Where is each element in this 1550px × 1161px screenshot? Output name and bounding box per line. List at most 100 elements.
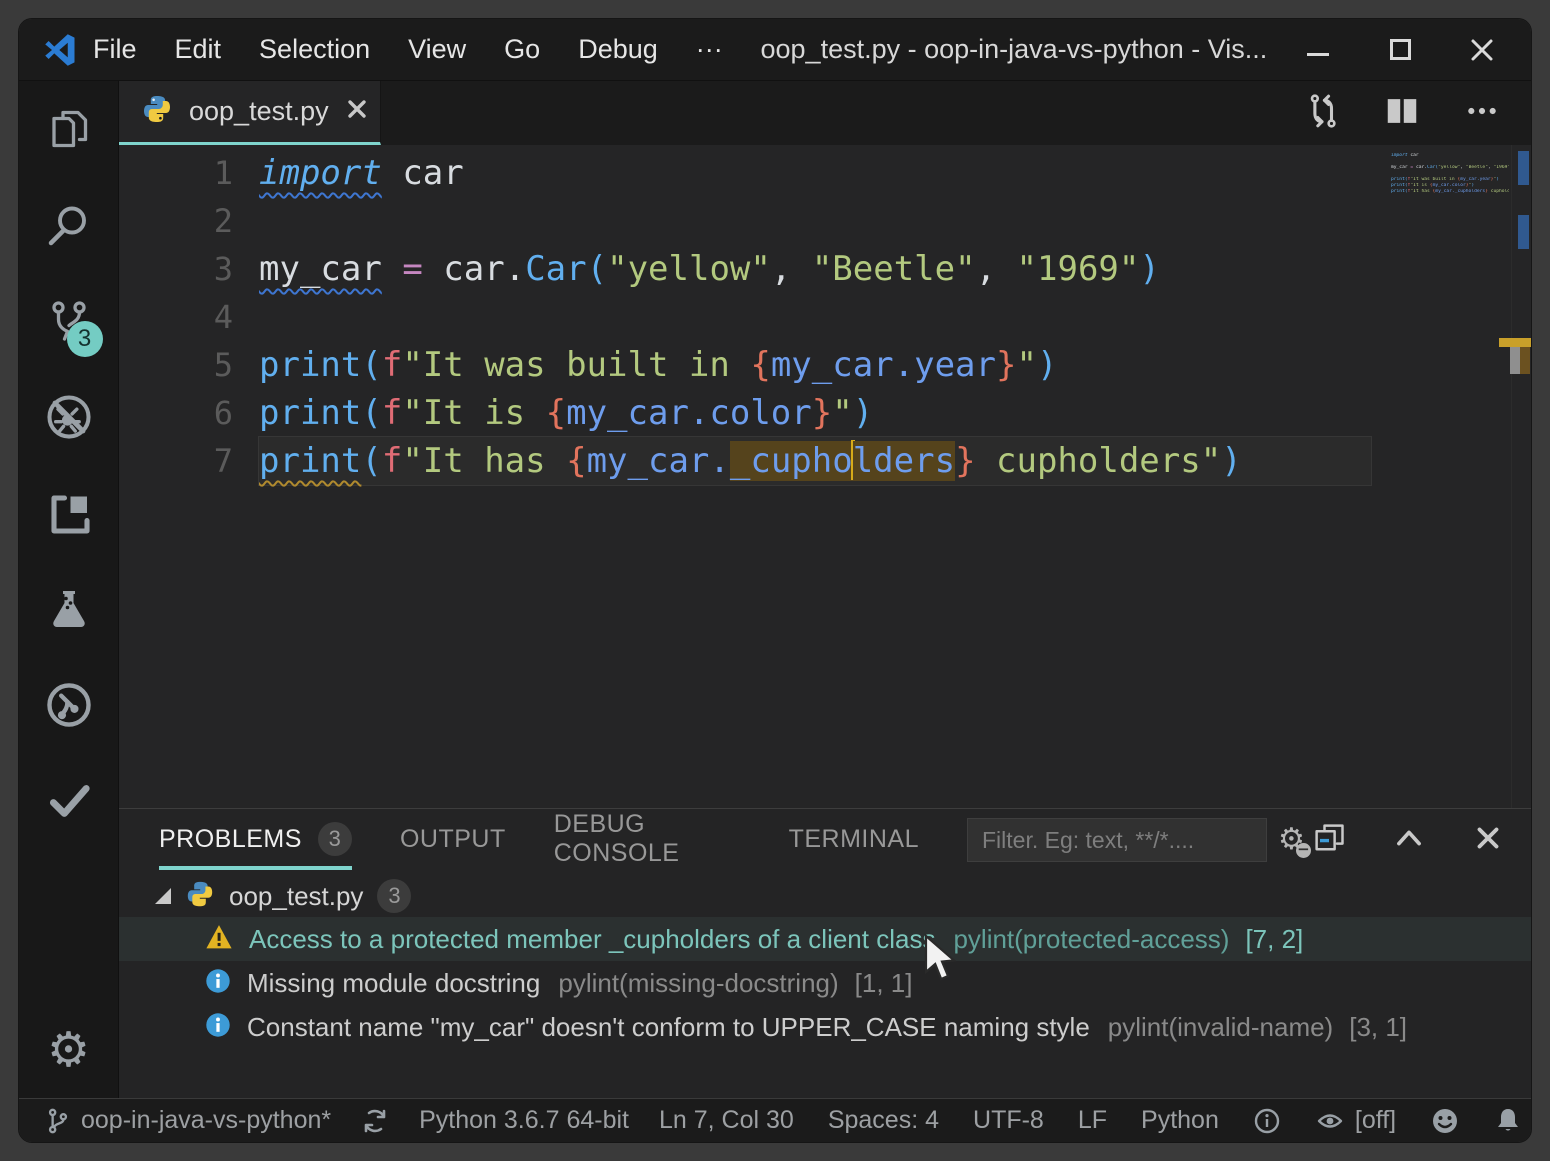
screencast-status[interactable]: [off] <box>1315 1106 1396 1135</box>
close-button[interactable] <box>1469 37 1495 63</box>
line-number: 4 <box>119 293 259 341</box>
menu-go[interactable]: Go <box>504 34 540 65</box>
branch-label: oop-in-java-vs-python* <box>81 1106 331 1135</box>
eol-status[interactable]: LF <box>1078 1106 1107 1135</box>
code-line-6[interactable]: 6print(f"It is {my_car.color}") <box>119 389 1531 437</box>
code-token: ) <box>853 393 873 433</box>
code-line-1[interactable]: 1import car <box>119 149 1531 197</box>
extensions-icon[interactable] <box>19 465 119 561</box>
filter-gear-icon[interactable]: ⚙− <box>1278 825 1305 855</box>
problem-row[interactable]: Constant name "my_car" doesn't conform t… <box>119 1005 1531 1049</box>
python-interpreter-status[interactable]: Python 3.6.7 64-bit <box>419 1106 629 1135</box>
info-icon <box>205 1012 231 1043</box>
minimap-code: import carmy_car = car.Car("yellow", "Be… <box>1391 153 1509 195</box>
code-token: f <box>382 393 402 433</box>
menu-edit[interactable]: Edit <box>175 34 222 65</box>
panel-tab-badge: 3 <box>318 822 352 856</box>
code-content[interactable] <box>259 197 1371 245</box>
cursor-position-status[interactable]: Ln 7, Col 30 <box>659 1106 794 1135</box>
code-line-4[interactable]: 4 <box>119 293 1531 341</box>
git-branch-status[interactable]: oop-in-java-vs-python* <box>45 1106 331 1136</box>
code-content[interactable]: print(f"It is {my_car.color}") <box>259 389 1371 437</box>
sync-status-icon[interactable] <box>361 1107 389 1135</box>
explorer-icon[interactable] <box>19 81 119 177</box>
code-line-5[interactable]: 5print(f"It was built in {my_car.year}") <box>119 341 1531 389</box>
problem-position: [7, 2] <box>1245 924 1303 955</box>
code-line-2[interactable]: 2 <box>119 197 1531 245</box>
test-explorer-icon[interactable] <box>19 561 119 657</box>
feedback-smiley-icon[interactable] <box>1430 1106 1460 1136</box>
code-token: print <box>259 393 361 433</box>
tab-label: oop_test.py <box>189 96 329 127</box>
problem-source: pylint(invalid-name) <box>1108 1012 1333 1043</box>
maximize-button[interactable] <box>1387 37 1413 63</box>
code-line-3[interactable]: 3my_car = car.Car("yellow", "Beetle", "1… <box>119 245 1531 293</box>
source-control-icon[interactable]: 3 <box>19 273 119 369</box>
problem-message: Access to a protected member _cupholders… <box>249 924 935 955</box>
language-mode-status[interactable]: Python <box>1141 1106 1219 1135</box>
python-file-icon <box>141 93 173 130</box>
code-token: . <box>505 249 525 289</box>
code-token: "It is <box>402 393 545 433</box>
problems-file-row[interactable]: oop_test.py 3 <box>119 875 1531 917</box>
code-token <box>423 249 443 289</box>
menu-view[interactable]: View <box>408 34 466 65</box>
close-panel-icon[interactable] <box>1471 821 1505 860</box>
notifications-bell-icon[interactable] <box>1494 1106 1522 1136</box>
settings-gear-icon[interactable]: ⚙ <box>19 1002 119 1098</box>
line-number: 2 <box>119 197 259 245</box>
code-content[interactable]: print(f"It was built in {my_car.year}") <box>259 341 1371 389</box>
code-token: print <box>259 345 361 385</box>
code-content[interactable]: print(f"It has {my_car._cupholders} cuph… <box>259 437 1371 485</box>
problems-filter-input[interactable] <box>982 827 1278 854</box>
code-token: print <box>259 441 361 481</box>
check-task-icon[interactable] <box>19 753 119 849</box>
debug-icon[interactable] <box>19 369 119 465</box>
problem-message: Missing module docstring <box>247 968 540 999</box>
panel-tab-terminal[interactable]: TERMINAL <box>789 825 919 868</box>
expand-twistie-icon[interactable] <box>155 888 171 904</box>
minimap-line: print(f"It has {my_car._cupholders} cuph… <box>1391 189 1509 195</box>
code-content[interactable]: import car <box>259 149 1371 197</box>
code-content[interactable]: my_car = car.Car("yellow", "Beetle", "19… <box>259 245 1371 293</box>
line-number: 5 <box>119 341 259 389</box>
panel-tab-output[interactable]: OUTPUT <box>400 825 506 868</box>
problem-row[interactable]: Missing module docstringpylint(missing-d… <box>119 961 1531 1005</box>
problem-position: [3, 1] <box>1349 1012 1407 1043</box>
minimize-button[interactable] <box>1305 37 1331 63</box>
tab-close-icon[interactable] <box>345 97 369 126</box>
problem-row[interactable]: Access to a protected member _cupholders… <box>119 917 1531 961</box>
panel-tab-label: DEBUG CONSOLE <box>554 810 741 868</box>
git-history-icon[interactable] <box>19 657 119 753</box>
maximize-panel-icon[interactable] <box>1391 820 1427 861</box>
problem-source: pylint(protected-access) <box>953 924 1229 955</box>
encoding-status[interactable]: UTF-8 <box>973 1106 1044 1135</box>
code-token: Car <box>525 249 586 289</box>
menu-more-icon[interactable]: ··· <box>696 34 723 65</box>
panel-tab-problems[interactable]: PROBLEMS 3 <box>159 822 352 870</box>
info-status-icon[interactable] <box>1253 1107 1281 1135</box>
code-editor[interactable]: 1import car23my_car = car.Car("yellow", … <box>119 145 1531 808</box>
code-token: f <box>382 345 402 385</box>
code-content[interactable] <box>259 293 1371 341</box>
window-title: oop_test.py - oop-in-java-vs-python - Vi… <box>723 34 1305 65</box>
code-token: , <box>771 249 812 289</box>
split-editor-icon[interactable] <box>1383 92 1421 135</box>
menu-debug[interactable]: Debug <box>578 34 658 65</box>
line-number: 1 <box>119 149 259 197</box>
code-token: " <box>1016 345 1036 385</box>
minimap[interactable]: import carmy_car = car.Car("yellow", "Be… <box>1391 153 1509 195</box>
python-file-icon <box>185 879 215 914</box>
editor-more-actions-icon[interactable] <box>1463 92 1501 135</box>
menu-file[interactable]: File <box>93 34 137 65</box>
panel-tab-label: PROBLEMS <box>159 825 302 854</box>
overview-ruler[interactable] <box>1511 145 1531 808</box>
sync-changes-icon[interactable] <box>1303 92 1341 135</box>
search-icon[interactable] <box>19 177 119 273</box>
tab-bar: oop_test.py <box>119 81 1531 145</box>
indentation-status[interactable]: Spaces: 4 <box>828 1106 939 1135</box>
code-line-7[interactable]: 7print(f"It has {my_car._cupholders} cup… <box>119 437 1531 485</box>
tab-oop-test-py[interactable]: oop_test.py <box>119 81 381 145</box>
menu-selection[interactable]: Selection <box>259 34 370 65</box>
group-layers-icon[interactable] <box>1311 820 1347 861</box>
